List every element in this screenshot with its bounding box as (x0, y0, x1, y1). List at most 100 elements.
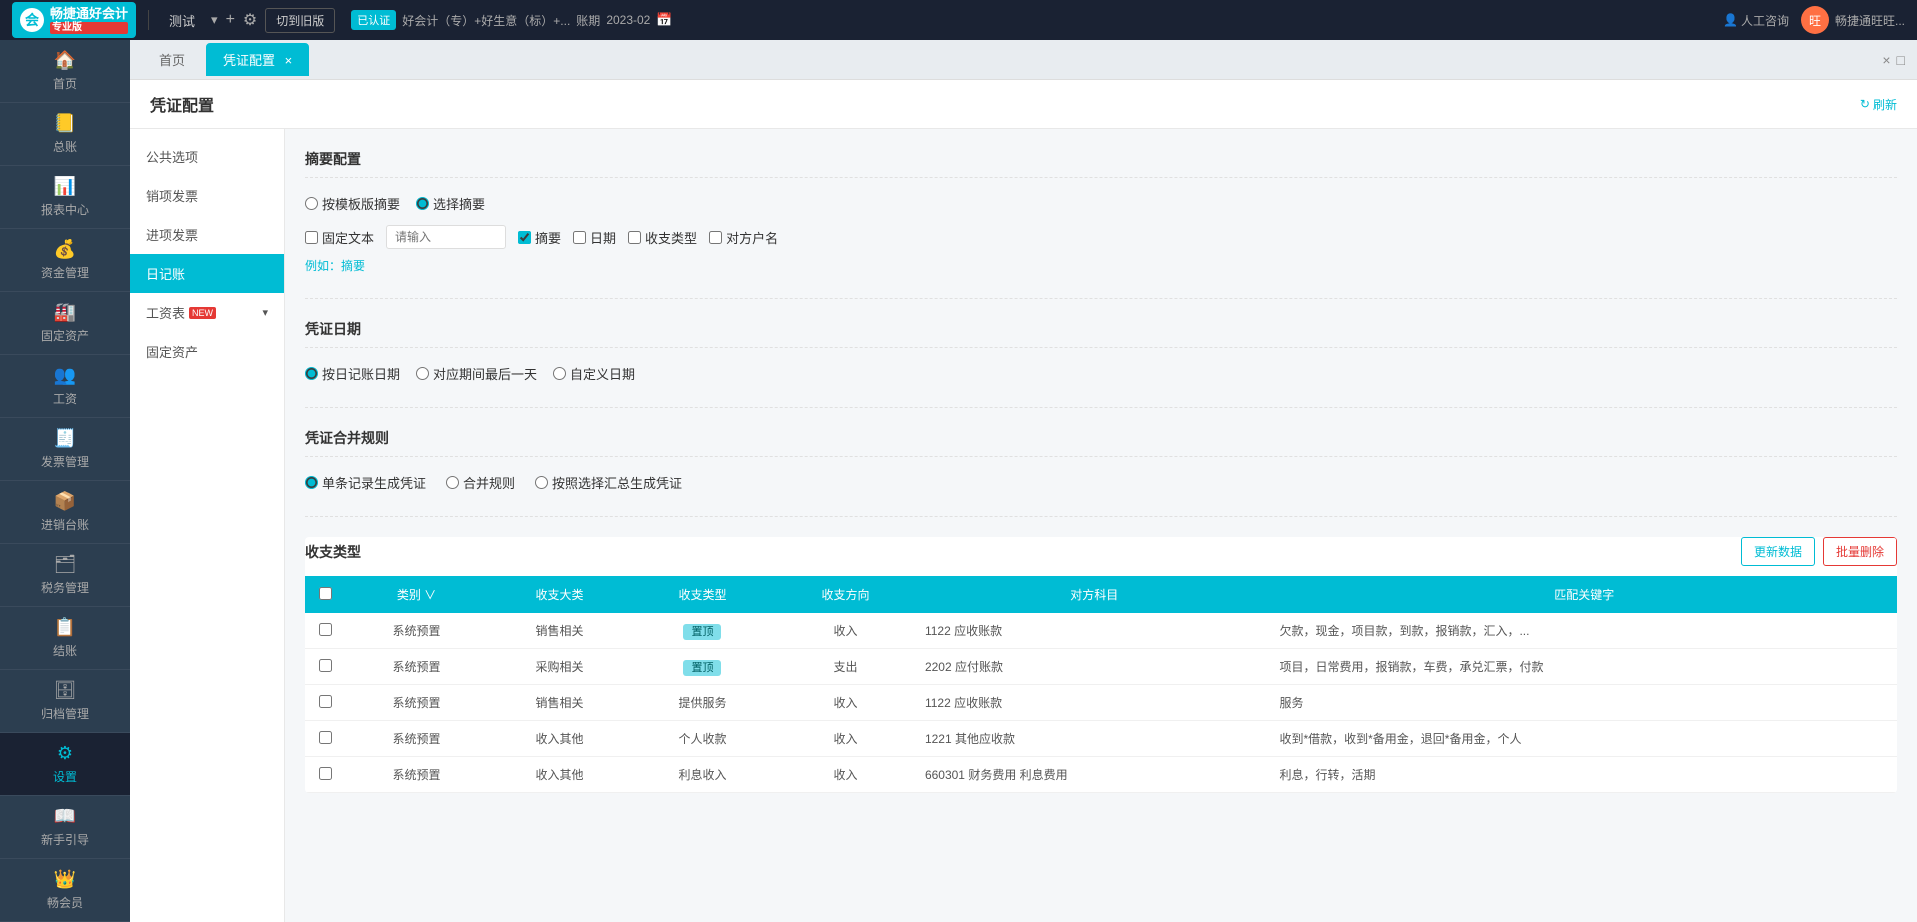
sidebar-item-guide[interactable]: 📖 新手引导 (0, 796, 130, 859)
nav-sales-invoice[interactable]: 销项发票 (130, 176, 284, 215)
radio-single-record[interactable]: 单条记录生成凭证 (305, 473, 426, 492)
merge-rules-section: 凭证合并规则 单条记录生成凭证 合并规则 (305, 428, 1897, 492)
radio-journal-date[interactable]: 按日记账日期 (305, 364, 400, 383)
dropdown-arrow-icon[interactable]: ▾ (211, 12, 218, 28)
calendar-icon[interactable]: 📅 (656, 12, 672, 28)
row-checkbox[interactable] (305, 649, 345, 685)
sidebar-item-settings[interactable]: ⚙ 设置 (0, 733, 130, 796)
radio-summary-rule-input[interactable] (535, 476, 548, 489)
checkbox-counterpart[interactable]: 对方户名 (709, 228, 778, 247)
row-checkbox[interactable] (305, 721, 345, 757)
update-data-button[interactable]: 更新数据 (1741, 537, 1815, 566)
row-checkbox-input[interactable] (319, 731, 332, 744)
window-max-button[interactable]: □ (1897, 52, 1905, 68)
checkbox-income-type[interactable]: 收支类型 (628, 228, 697, 247)
sidebar-item-finance[interactable]: 💰 资金管理 (0, 229, 130, 292)
switch-version-button[interactable]: 切到旧版 (265, 8, 335, 33)
batch-delete-button[interactable]: 批量删除 (1823, 537, 1897, 566)
top-badge[interactable]: 置顶 (683, 660, 721, 676)
sidebar-item-tax[interactable]: 🗂 税务管理 (0, 544, 130, 607)
add-icon[interactable]: + (226, 11, 235, 29)
topbar-current-tab[interactable]: 测试 (161, 7, 203, 34)
nav-purchase-invoice[interactable]: 进项发票 (130, 215, 284, 254)
nav-fixed-assets[interactable]: 固定资产 (130, 332, 284, 371)
radio-template-input[interactable] (305, 197, 318, 210)
tab-voucher-config[interactable]: 凭证配置 × (206, 43, 309, 76)
divider-1 (305, 298, 1897, 299)
sidebar-item-assets[interactable]: 🏭 固定资产 (0, 292, 130, 355)
radio-custom-date[interactable]: 自定义日期 (553, 364, 635, 383)
row-checkbox[interactable] (305, 757, 345, 793)
checkbox-counterpart-input[interactable] (709, 231, 722, 244)
row-subject: 2202 应付账款 (917, 649, 1272, 685)
refresh-button[interactable]: ↻ 刷新 (1860, 96, 1897, 113)
sidebar-item-invoice[interactable]: 🧾 发票管理 (0, 418, 130, 481)
sidebar-item-closing[interactable]: 📋 结账 (0, 607, 130, 670)
sidebar-item-reports[interactable]: 📊 报表中心 (0, 166, 130, 229)
sidebar-item-member[interactable]: 👑 畅会员 (0, 859, 130, 922)
checkbox-date-input[interactable] (573, 231, 586, 244)
checkbox-summary[interactable]: 摘要 (518, 228, 561, 247)
sidebar-item-archive[interactable]: 🗄 归档管理 (0, 670, 130, 733)
radio-select-summary[interactable]: 选择摘要 (416, 194, 485, 213)
nav-payroll-table[interactable]: 工资表 NEW ▾ (130, 293, 284, 332)
sidebar-item-payroll[interactable]: 👥 工资 (0, 355, 130, 418)
row-keywords: 欠款，现金，项目款，到款，报销款，汇入，... (1271, 613, 1897, 649)
reports-icon: 📊 (54, 176, 76, 197)
tab-close-icon[interactable]: × (285, 53, 293, 68)
table-row: 系统预置 销售相关 提供服务 收入 1122 应收账款 服务 (305, 685, 1897, 721)
summary-radio-group: 按模板版摘要 选择摘要 (305, 194, 1897, 213)
inner-layout: 公共选项 销项发票 进项发票 日记账 工资表 NEW ▾ (130, 129, 1917, 922)
divider-3 (305, 516, 1897, 517)
summary-checkbox-group: 固定文本 摘要 日期 (305, 225, 1897, 249)
row-checkbox[interactable] (305, 685, 345, 721)
radio-last-day[interactable]: 对应期间最后一天 (416, 364, 537, 383)
radio-summary-rule[interactable]: 按照选择汇总生成凭证 (535, 473, 682, 492)
row-checkbox-input[interactable] (319, 695, 332, 708)
user-area[interactable]: 旺 畅捷通旺旺... (1801, 6, 1905, 34)
logo-main: 畅捷通好会计 (50, 6, 128, 22)
row-major-type: 销售相关 (488, 685, 631, 721)
nav-public-options[interactable]: 公共选项 (130, 137, 284, 176)
radio-select-input[interactable] (416, 197, 429, 210)
row-category: 系统预置 (345, 685, 488, 721)
radio-merge-rule[interactable]: 合并规则 (446, 473, 515, 492)
sidebar-item-home[interactable]: 🏠 首页 (0, 40, 130, 103)
avatar: 旺 (1801, 6, 1829, 34)
member-icon: 👑 (54, 869, 76, 890)
radio-merge-rule-input[interactable] (446, 476, 459, 489)
fixed-text-input[interactable] (386, 225, 506, 249)
radio-custom-date-input[interactable] (553, 367, 566, 380)
settings-icon[interactable]: ⚙ (243, 10, 257, 30)
row-checkbox-input[interactable] (319, 767, 332, 780)
merge-radio-group: 单条记录生成凭证 合并规则 按照选择汇总生成凭证 (305, 473, 1897, 492)
col-keywords: 匹配关键字 (1271, 576, 1897, 613)
select-all-checkbox[interactable] (319, 587, 332, 600)
support-button[interactable]: 👤 人工咨询 (1723, 12, 1789, 29)
tab-home[interactable]: 首页 (142, 43, 202, 76)
checkbox-summary-input[interactable] (518, 231, 531, 244)
sidebar: 🏠 首页 📒 总账 📊 报表中心 💰 资金管理 🏭 固定资产 👥 工资 🧾 发票… (0, 40, 130, 922)
radio-last-day-input[interactable] (416, 367, 429, 380)
sidebar-label-payroll: 工资 (53, 390, 77, 407)
checkbox-date[interactable]: 日期 (573, 228, 616, 247)
top-badge[interactable]: 置顶 (683, 624, 721, 640)
income-expense-section: 收支类型 更新数据 批量删除 (305, 537, 1897, 793)
row-type: 利息收入 (631, 757, 774, 793)
window-close-button[interactable]: × (1882, 52, 1890, 68)
main-layout: 🏠 首页 📒 总账 📊 报表中心 💰 资金管理 🏭 固定资产 👥 工资 🧾 发票… (0, 40, 1917, 922)
sidebar-item-ledger[interactable]: 📒 总账 (0, 103, 130, 166)
row-checkbox-input[interactable] (319, 659, 332, 672)
checkbox-fixed-text[interactable]: 固定文本 (305, 228, 374, 247)
sidebar-item-stock[interactable]: 📦 进销台账 (0, 481, 130, 544)
radio-journal-date-input[interactable] (305, 367, 318, 380)
left-nav: 公共选项 销项发票 进项发票 日记账 工资表 NEW ▾ (130, 129, 285, 922)
radio-template-summary[interactable]: 按模板版摘要 (305, 194, 400, 213)
row-checkbox-input[interactable] (319, 623, 332, 636)
table-row: 系统预置 收入其他 个人收款 收入 1221 其他应收款 收到*借款，收到*备用… (305, 721, 1897, 757)
checkbox-income-type-input[interactable] (628, 231, 641, 244)
radio-single-record-input[interactable] (305, 476, 318, 489)
checkbox-fixed-text-input[interactable] (305, 231, 318, 244)
nav-journal[interactable]: 日记账 (130, 254, 284, 293)
row-checkbox[interactable] (305, 613, 345, 649)
